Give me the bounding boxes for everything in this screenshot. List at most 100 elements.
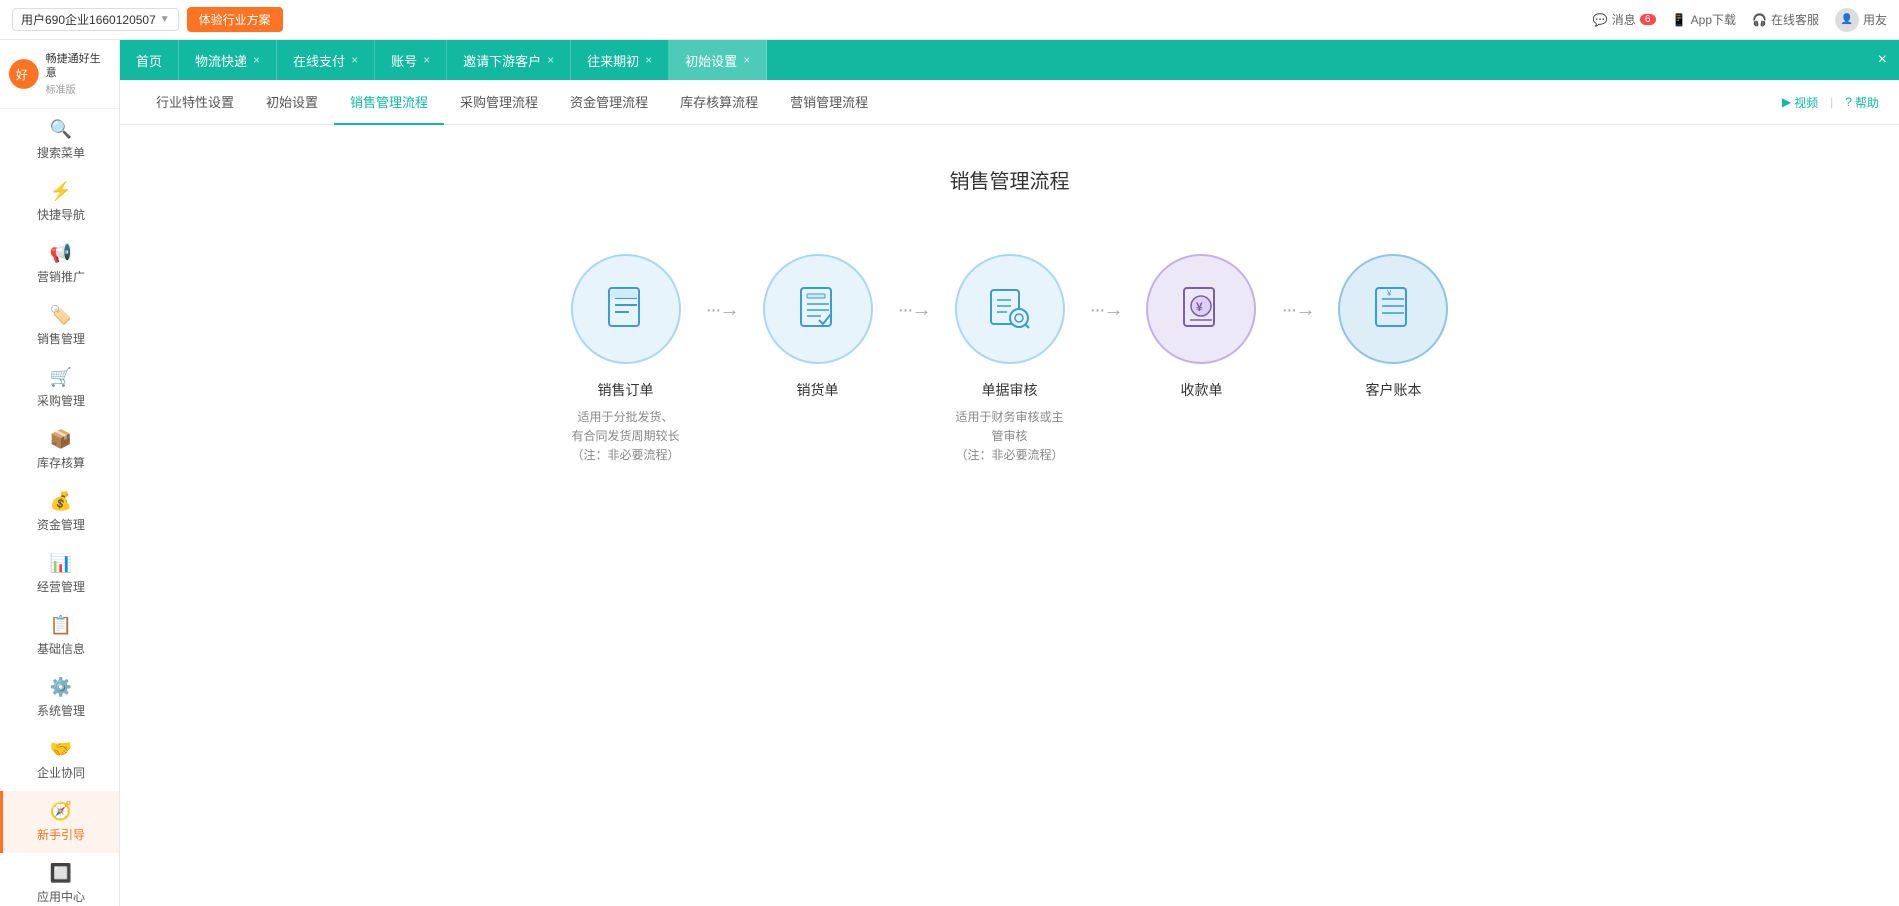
service-label: 在线客服 [1771, 11, 1819, 28]
flow-node-review[interactable]: 单据审核 适用于财务审核或主管审核（注：非必要流程） [930, 254, 1090, 466]
invoice-icon [793, 284, 843, 334]
sales-order-icon [601, 284, 651, 334]
user-label: 用户690企业1660120507 [21, 11, 156, 28]
sidebar-item-purchase[interactable]: 🛒 采购管理 [0, 357, 119, 419]
message-badge: 6 [1640, 14, 1656, 25]
tab-payment-close[interactable]: × [351, 53, 358, 67]
invoice-circle [763, 254, 873, 364]
flow-diagram: 销售订单 适用于分批发货、有合同发货周期较长（注：非必要流程） ···→ [546, 254, 1474, 466]
chevron-down-icon: ▼ [160, 14, 170, 25]
tab-invite[interactable]: 邀请下游客户 × [447, 40, 571, 80]
sidebar-item-guide[interactable]: 🧭 新手引导 [0, 791, 119, 853]
enterprise-icon: 🤝 [50, 739, 72, 760]
sidebar-item-label: 搜索菜单 [37, 144, 85, 161]
ledger-icon: ¥ [1368, 284, 1418, 334]
sidebar-item-sales[interactable]: 🏷️ 销售管理 [0, 295, 119, 357]
sidebar-item-system[interactable]: ⚙️ 系统管理 [0, 667, 119, 729]
tab-logistics[interactable]: 物流快递 × [179, 40, 277, 80]
sidebar-item-app-center[interactable]: 🔲 应用中心 [0, 853, 119, 906]
tab-period[interactable]: 往来期初 × [571, 40, 669, 80]
sidebar-item-label: 基础信息 [37, 640, 85, 657]
tab-logistics-close[interactable]: × [253, 53, 260, 67]
app-center-icon: 🔲 [50, 863, 72, 884]
flow-arrow-4: ···→ [1281, 254, 1313, 322]
system-icon: ⚙️ [50, 677, 72, 698]
video-icon: ▶ [1782, 95, 1791, 109]
tab-home[interactable]: 首页 [120, 40, 179, 80]
sub-tab-sales-flow[interactable]: 销售管理流程 [334, 80, 444, 125]
nav-tabs-bar: 首页 物流快递 × 在线支付 × 账号 × 邀请下游客户 × 往来期初 × [120, 40, 1899, 80]
finance-icon: 💰 [50, 491, 72, 512]
sidebar-item-label: 系统管理 [37, 702, 85, 719]
flow-node-ledger[interactable]: ¥ 客户账本 [1313, 254, 1473, 408]
tab-init-close[interactable]: × [743, 53, 750, 67]
node-desc: 适用于财务审核或主管审核（注：非必要流程） [955, 408, 1063, 466]
tab-init[interactable]: 初始设置 × [669, 40, 767, 80]
sidebar-item-search[interactable]: 🔍 搜索菜单 [0, 109, 119, 171]
sales-icon: 🏷️ [50, 305, 72, 326]
header-right: 💬 消息 6 📱 App下载 🎧 在线客服 👤 用友 [1593, 8, 1887, 32]
tab-account-label: 账号 [391, 51, 417, 70]
ledger-circle: ¥ [1338, 254, 1448, 364]
receipt-icon: ¥ [1176, 284, 1226, 334]
user-menu[interactable]: 👤 用友 [1835, 8, 1887, 32]
flow-arrow-2: ···→ [898, 254, 930, 322]
logo-icon: 好 [8, 58, 40, 90]
sub-tab-industry[interactable]: 行业特性设置 [140, 80, 250, 125]
flow-node-invoice[interactable]: 销货单 [738, 254, 898, 408]
flow-arrow-1: ···→ [706, 254, 738, 322]
sidebar-item-enterprise[interactable]: 🤝 企业协同 [0, 729, 119, 791]
sidebar-item-label: 快捷导航 [37, 206, 85, 223]
tab-period-label: 往来期初 [587, 51, 639, 70]
sub-tab-finance-flow[interactable]: 资金管理流程 [554, 80, 664, 125]
tab-period-close[interactable]: × [645, 53, 652, 67]
tab-invite-close[interactable]: × [547, 53, 554, 67]
logo-area: 好 畅捷通好生意 标准版 [0, 40, 119, 109]
sidebar-item-finance[interactable]: 💰 资金管理 [0, 481, 119, 543]
sidebar-item-label: 库存核算 [37, 454, 85, 471]
flow-node-sales-order[interactable]: 销售订单 适用于分批发货、有合同发货周期较长（注：非必要流程） [546, 254, 706, 466]
logo-sub: 标准版 [46, 81, 111, 96]
user-name: 用友 [1863, 11, 1887, 28]
sidebar-item-operations[interactable]: 📊 经营管理 [0, 543, 119, 605]
sidebar-item-inventory[interactable]: 📦 库存核算 [0, 419, 119, 481]
sidebar-item-marketing-promo[interactable]: 📢 营销推广 [0, 233, 119, 295]
tab-payment[interactable]: 在线支付 × [277, 40, 375, 80]
node-label: 单据审核 [982, 380, 1038, 400]
sidebar-item-quick[interactable]: ⚡ 快捷导航 [0, 171, 119, 233]
tab-home-label: 首页 [136, 51, 162, 70]
sidebar-item-label: 营销推广 [37, 268, 85, 285]
main-layout: 好 畅捷通好生意 标准版 🔍 搜索菜单 ⚡ 快捷导航 📢 营销推广 🏷️ 销售管… [0, 40, 1899, 906]
sales-order-circle [571, 254, 681, 364]
video-action[interactable]: ▶ 视频 [1782, 94, 1818, 111]
tab-logistics-label: 物流快递 [195, 51, 247, 70]
header-left: 用户690企业1660120507 ▼ 体验行业方案 [12, 7, 283, 32]
tab-account[interactable]: 账号 × [375, 40, 447, 80]
sidebar-item-label: 销售管理 [37, 330, 85, 347]
tab-account-close[interactable]: × [423, 53, 430, 67]
flow-node-receipt[interactable]: ¥ 收款单 [1121, 254, 1281, 408]
app-download-label: App下载 [1691, 11, 1736, 28]
page-content: 行业特性设置 初始设置 销售管理流程 采购管理流程 资金管理流程 库存核算流程 [120, 80, 1899, 906]
content-area: 首页 物流快递 × 在线支付 × 账号 × 邀请下游客户 × 往来期初 × [120, 40, 1899, 906]
sub-tab-inventory-flow[interactable]: 库存核算流程 [664, 80, 774, 125]
app-download-action[interactable]: 📱 App下载 [1672, 11, 1736, 28]
node-label: 客户账本 [1365, 380, 1421, 400]
service-action[interactable]: 🎧 在线客服 [1752, 11, 1819, 28]
sub-tab-marketing-flow[interactable]: 营销管理流程 [774, 80, 884, 125]
node-label: 销货单 [797, 380, 839, 400]
guide-icon: 🧭 [50, 801, 72, 822]
sidebar-item-basic-info[interactable]: 📋 基础信息 [0, 605, 119, 667]
sub-tab-init[interactable]: 初始设置 [250, 80, 334, 125]
help-action[interactable]: ? 帮助 [1845, 94, 1879, 111]
sub-tab-purchase-flow[interactable]: 采购管理流程 [444, 80, 554, 125]
close-all-tabs[interactable]: × [1866, 40, 1899, 80]
search-icon: 🔍 [50, 119, 72, 140]
logo-name: 畅捷通好生意 [46, 52, 111, 81]
user-selector[interactable]: 用户690企业1660120507 ▼ [12, 8, 179, 31]
message-action[interactable]: 💬 消息 6 [1593, 11, 1656, 28]
tab-payment-label: 在线支付 [293, 51, 345, 70]
basic-info-icon: 📋 [50, 615, 72, 636]
sidebar-item-label: 应用中心 [37, 888, 85, 905]
trial-button[interactable]: 体验行业方案 [187, 7, 283, 32]
